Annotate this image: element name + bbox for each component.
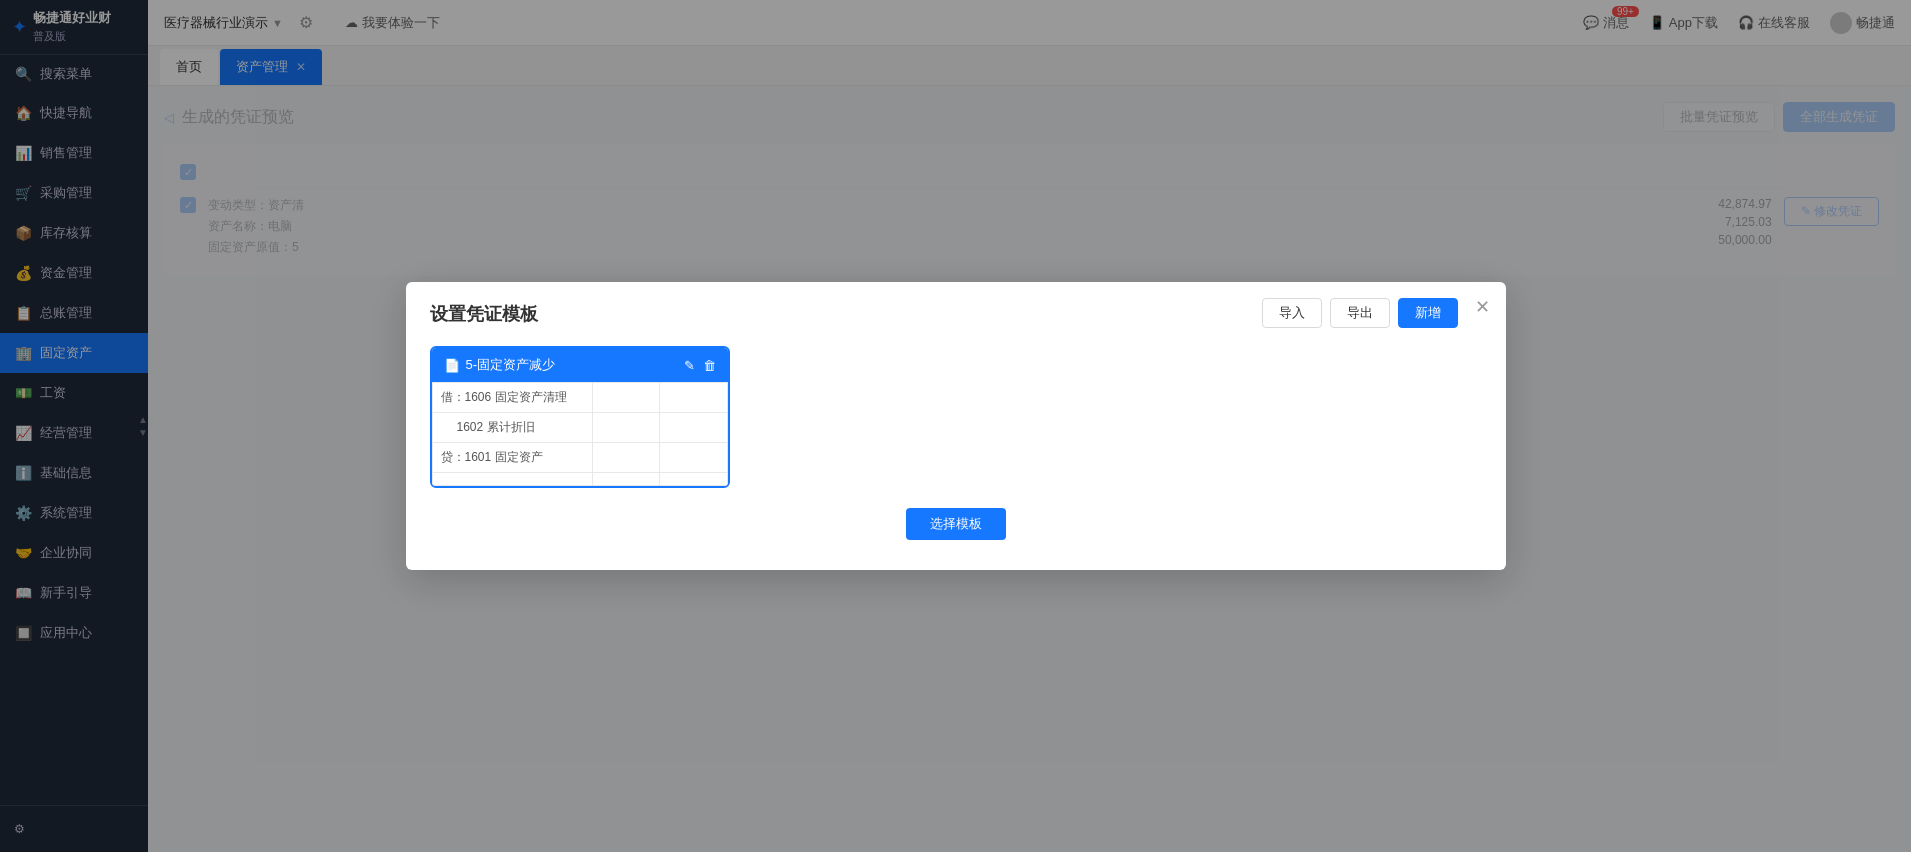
empty-label (432, 473, 592, 486)
debit-label-1: 借：1606 固定资产清理 (432, 383, 592, 413)
template-card: 📄 5-固定资产减少 ✎ 🗑 (430, 346, 730, 488)
dialog: ✕ 设置凭证模板 导入 导出 新增 (406, 282, 1506, 570)
app-container: ✦ 畅捷通好业财 普及版 🔍 搜索菜单 🏠 快捷导航 📊 销售管理 🛒 采购管理… (0, 0, 1911, 852)
template-table: 借：1606 固定资产清理 1602 累计折旧 (432, 382, 728, 486)
export-btn[interactable]: 导出 (1330, 298, 1390, 328)
debit-value-2 (660, 383, 727, 413)
import-btn[interactable]: 导入 (1262, 298, 1322, 328)
empty-value-2 (660, 473, 727, 486)
template-name: 5-固定资产减少 (466, 356, 556, 374)
credit-value-2 (660, 443, 727, 473)
content-area: ◁ 生成的凭证预览 批量凭证预览 全部生成凭证 (148, 86, 1911, 852)
dialog-overlay: ✕ 设置凭证模板 导入 导出 新增 (148, 86, 1911, 852)
dialog-close-btn[interactable]: ✕ (1475, 296, 1490, 318)
template-edit-btn[interactable]: ✎ (684, 358, 695, 373)
table-row: 借：1606 固定资产清理 (432, 383, 727, 413)
debit-value-4 (660, 413, 727, 443)
credit-value-1 (592, 443, 659, 473)
main-area: 医疗器械行业演示 ▼ ⚙ ☁ 我要体验一下 💬 消息 99+ 📱 App下载 (148, 0, 1911, 852)
dialog-toolbar: 导入 导出 新增 (1262, 298, 1458, 328)
template-card-actions: ✎ 🗑 (684, 358, 716, 373)
template-card-header: 📄 5-固定资产减少 ✎ 🗑 (432, 348, 728, 382)
select-template-btn[interactable]: 选择模板 (906, 508, 1006, 540)
template-card-body: 借：1606 固定资产清理 1602 累计折旧 (432, 382, 728, 486)
credit-label-1: 贷：1601 固定资产 (432, 443, 592, 473)
empty-value-1 (592, 473, 659, 486)
dialog-header: 设置凭证模板 导入 导出 新增 (406, 282, 1506, 326)
table-row: 1602 累计折旧 (432, 413, 727, 443)
dialog-body: 📄 5-固定资产减少 ✎ 🗑 (406, 326, 1506, 570)
template-doc-icon: 📄 (444, 358, 460, 373)
debit-label-2: 1602 累计折旧 (432, 413, 592, 443)
template-card-title: 📄 5-固定资产减少 (444, 356, 556, 374)
template-delete-btn[interactable]: 🗑 (703, 358, 716, 373)
new-template-btn[interactable]: 新增 (1398, 298, 1458, 328)
debit-value-3 (592, 413, 659, 443)
table-row: 贷：1601 固定资产 (432, 443, 727, 473)
table-row (432, 473, 727, 486)
debit-value-1 (592, 383, 659, 413)
